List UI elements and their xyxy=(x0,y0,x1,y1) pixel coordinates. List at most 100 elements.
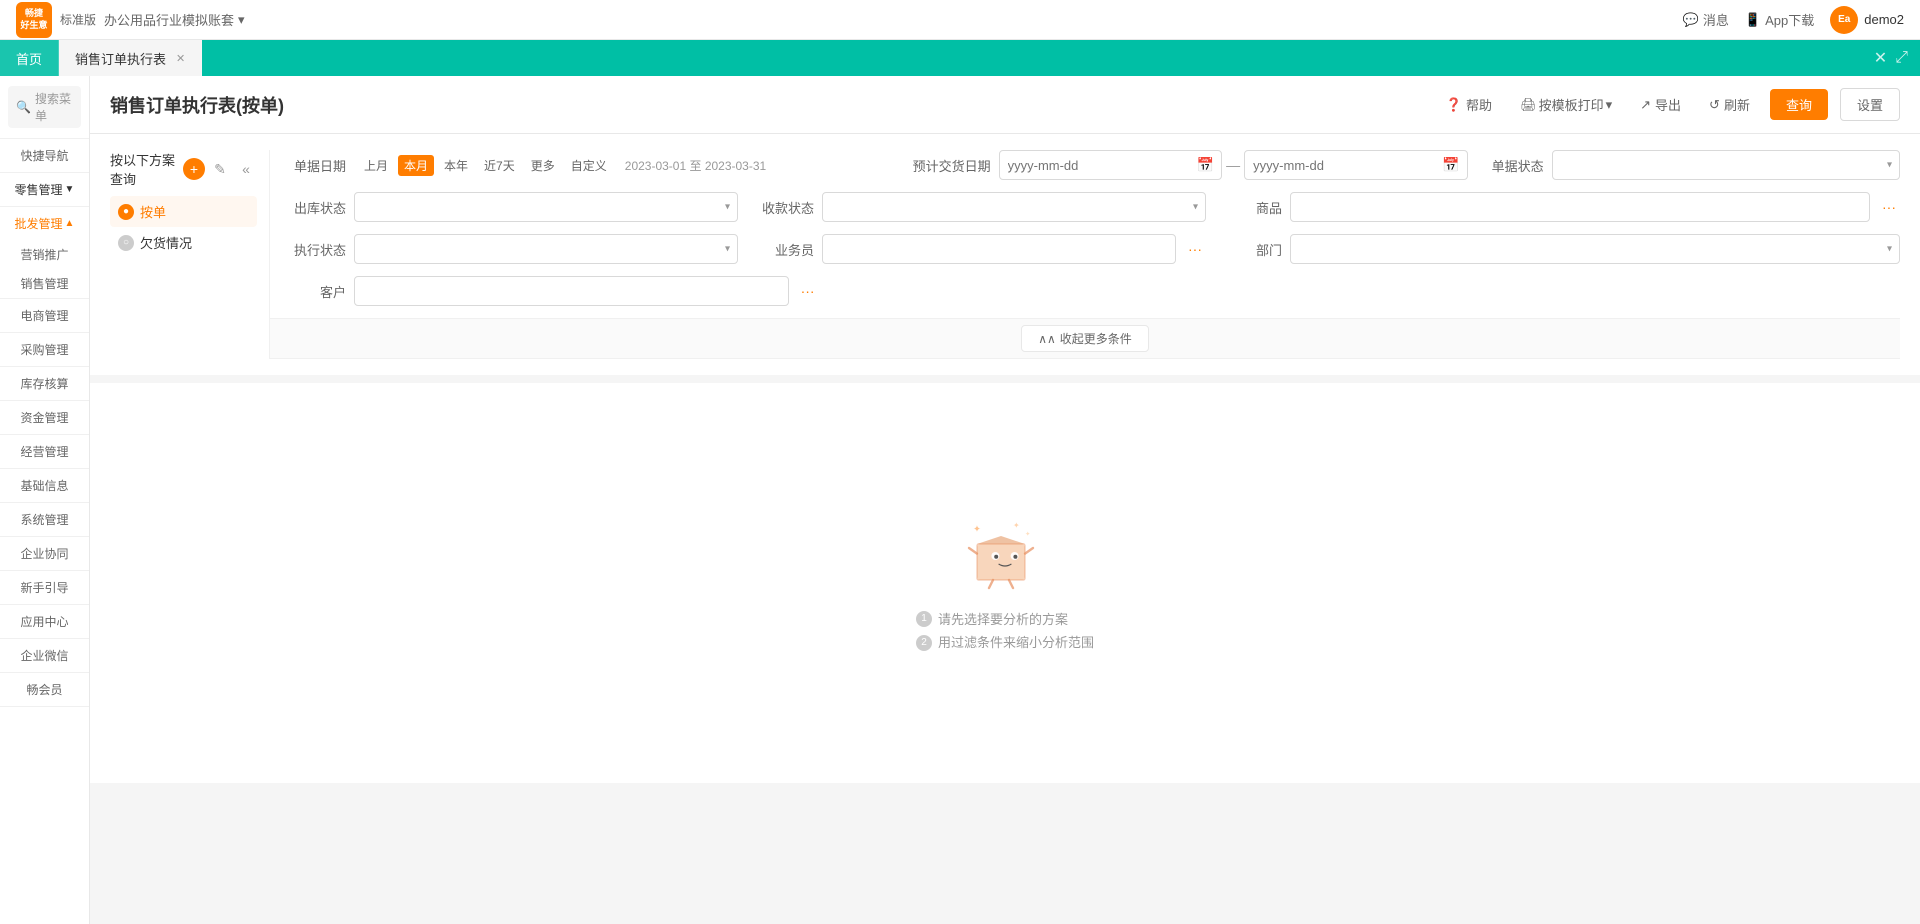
collapse-label: 收起更多条件 xyxy=(1060,330,1132,347)
dept-select[interactable] xyxy=(1290,234,1900,264)
empty-hints: 1 请先选择要分析的方案 2 用过滤条件来缩小分析范围 xyxy=(916,608,1094,655)
salesperson-input[interactable] xyxy=(822,234,1176,264)
search-menu-label: 搜索菜单 xyxy=(35,90,73,124)
date-separator: — xyxy=(1226,157,1240,173)
tab-sales-order[interactable]: 销售订单执行表 ✕ xyxy=(59,40,202,76)
filter-collapse-btn[interactable]: « xyxy=(235,158,257,180)
sidebar-item-system[interactable]: 系统管理 xyxy=(0,503,89,537)
collapse-bar: ∧∧ 收起更多条件 xyxy=(270,318,1900,359)
sidebar-item-sales[interactable]: 销售管理 xyxy=(0,269,89,298)
customer-input[interactable] xyxy=(354,276,789,306)
path-dropdown-icon[interactable]: ▾ xyxy=(238,12,245,28)
date-btn-last-month[interactable]: 上月 xyxy=(358,155,394,176)
search-menu-btn[interactable]: 🔍 搜索菜单 xyxy=(8,86,81,128)
warehouse-status-select[interactable] xyxy=(354,192,738,222)
sidebar-item-wechat[interactable]: 企业微信 xyxy=(0,639,89,673)
execution-status-select[interactable] xyxy=(354,234,738,264)
collapse-more-btn[interactable]: ∧∧ 收起更多条件 xyxy=(1021,325,1149,352)
sidebar-item-basic-info[interactable]: 基础信息 xyxy=(0,469,89,503)
export-btn[interactable]: ↗ 导出 xyxy=(1632,91,1689,118)
filter-item-shortage[interactable]: ○ 欠货情况 xyxy=(110,227,257,258)
sidebar-item-wholesale[interactable]: 批发管理 ▲ xyxy=(0,207,89,240)
customer-label: 客户 xyxy=(286,282,346,301)
sidebar-item-newbie[interactable]: 新手引导 xyxy=(0,571,89,605)
filter-group-goods: 商品 ··· xyxy=(1222,192,1900,222)
expected-date-from[interactable] xyxy=(999,150,1223,180)
refresh-btn[interactable]: ↺ 刷新 xyxy=(1701,91,1758,118)
sidebar-item-app-center[interactable]: 应用中心 xyxy=(0,605,89,639)
sidebar-item-finance[interactable]: 资金管理 xyxy=(0,401,89,435)
refresh-label: 刷新 xyxy=(1724,95,1750,114)
avatar: Ea xyxy=(1830,6,1858,34)
dept-select-wrapper: ▾ xyxy=(1290,234,1900,264)
retail-label: 零售管理 xyxy=(15,181,63,198)
expected-date-from-wrapper: 📅 xyxy=(999,150,1223,180)
salesperson-dots-btn[interactable]: ··· xyxy=(1184,241,1206,257)
tab-home[interactable]: 首页 xyxy=(0,40,59,76)
filter-group-execution: 执行状态 ▾ xyxy=(286,234,738,264)
user-area[interactable]: Ea demo2 xyxy=(1830,6,1904,34)
doc-status-label: 单据状态 xyxy=(1484,156,1544,175)
date-btn-this-year[interactable]: 本年 xyxy=(438,155,474,176)
tab-expand-icon[interactable]: ⤢ xyxy=(1895,49,1908,67)
filter-item-by-order[interactable]: ● 按单 xyxy=(110,196,257,227)
sidebar-item-purchase[interactable]: 采购管理 xyxy=(0,333,89,367)
expected-date-to[interactable] xyxy=(1244,150,1468,180)
sidebar-search-area: 🔍 搜索菜单 xyxy=(0,76,89,139)
sidebar-item-retail[interactable]: 零售管理 ▼ xyxy=(0,173,89,206)
filter-panel: 按以下方案查询 + ✎ « ● 按单 ○ 欠货情况 xyxy=(90,134,1920,375)
filter-edit-btn[interactable]: ✎ xyxy=(209,158,231,180)
header-path[interactable]: 办公用品行业模拟账套 ▾ xyxy=(104,10,245,29)
sidebar-section-retail: 零售管理 ▼ xyxy=(0,173,89,207)
date-btn-custom[interactable]: 自定义 xyxy=(565,155,613,176)
help-btn[interactable]: ❓ 帮助 xyxy=(1438,91,1500,118)
layout: 🔍 搜索菜单 快捷导航 零售管理 ▼ 批发管理 ▲ 营销推广 销售管理 电商管理… xyxy=(0,76,1920,924)
date-btn-more[interactable]: 更多 xyxy=(525,155,561,176)
sidebar-item-marketing[interactable]: 营销推广 xyxy=(0,240,89,269)
search-btn[interactable]: 查询 xyxy=(1770,89,1828,120)
filter-row-2: 出库状态 ▾ 收款状态 ▾ xyxy=(286,192,1900,222)
app-download-btn[interactable]: 📱 App下载 xyxy=(1745,10,1814,29)
page-header: 销售订单执行表(按单) ❓ 帮助 🖨 按模板打印 ▾ ↗ 导出 ↺ 刷新 xyxy=(90,76,1920,134)
date-btn-this-month[interactable]: 本月 xyxy=(398,155,434,176)
sidebar-item-membership[interactable]: 畅会员 xyxy=(0,673,89,707)
goods-dots-btn[interactable]: ··· xyxy=(1878,199,1900,215)
warehouse-status-select-wrapper: ▾ xyxy=(354,192,738,222)
customer-dots-btn[interactable]: ··· xyxy=(797,283,819,299)
print-label: 按模板打印 xyxy=(1539,95,1604,114)
goods-input[interactable] xyxy=(1290,192,1870,222)
filter-group-payment: 收款状态 ▾ xyxy=(754,192,1206,222)
tab-close-all-icon[interactable]: ✕ xyxy=(1874,48,1887,68)
filter-fields: 单据日期 上月 本月 本年 近7天 更多 自定义 2023-03-01 至 20… xyxy=(270,150,1900,306)
filter-add-btn[interactable]: + xyxy=(183,158,205,180)
execution-status-label: 执行状态 xyxy=(286,240,346,259)
page-actions: ❓ 帮助 🖨 按模板打印 ▾ ↗ 导出 ↺ 刷新 查询 设置 xyxy=(1438,88,1900,121)
doc-status-select[interactable] xyxy=(1552,150,1900,180)
hint-text-1: 请先选择要分析的方案 xyxy=(938,608,1068,631)
date-quick-filters: 上月 本月 本年 近7天 更多 自定义 xyxy=(358,155,613,176)
settings-btn[interactable]: 设置 xyxy=(1840,88,1900,121)
salesperson-label: 业务员 xyxy=(754,240,814,259)
print-btn[interactable]: 🖨 按模板打印 ▾ xyxy=(1512,91,1620,118)
filter-sidebar: 按以下方案查询 + ✎ « ● 按单 ○ 欠货情况 xyxy=(110,150,270,359)
sidebar-item-quick-nav[interactable]: 快捷导航 xyxy=(0,139,89,173)
brand-logo[interactable]: 畅捷 好生意 xyxy=(16,2,52,38)
home-tab-label: 首页 xyxy=(16,49,42,68)
expected-date-label: 预计交货日期 xyxy=(913,156,991,175)
message-btn[interactable]: 💬 消息 xyxy=(1683,10,1729,29)
main-content: 销售订单执行表(按单) ❓ 帮助 🖨 按模板打印 ▾ ↗ 导出 ↺ 刷新 xyxy=(90,76,1920,924)
empty-hint-2: 2 用过滤条件来缩小分析范围 xyxy=(916,631,1094,654)
expected-date-range: 📅 — 📅 xyxy=(999,150,1468,180)
filter-group-expected-date: 预计交货日期 📅 — 📅 xyxy=(913,150,1468,180)
sidebar-item-ecommerce[interactable]: 电商管理 xyxy=(0,299,89,333)
sidebar-item-operations[interactable]: 经营管理 xyxy=(0,435,89,469)
tab-close-icon[interactable]: ✕ xyxy=(176,52,185,65)
hint-num-1: 1 xyxy=(916,611,932,627)
app-icon: 📱 xyxy=(1745,12,1761,28)
message-label: 消息 xyxy=(1703,10,1729,29)
header-left: 畅捷 好生意 标准版 办公用品行业模拟账套 ▾ xyxy=(16,2,245,38)
date-btn-7days[interactable]: 近7天 xyxy=(478,155,521,176)
sidebar-item-enterprise[interactable]: 企业协同 xyxy=(0,537,89,571)
payment-status-select[interactable] xyxy=(822,192,1206,222)
sidebar-item-inventory[interactable]: 库存核算 xyxy=(0,367,89,401)
